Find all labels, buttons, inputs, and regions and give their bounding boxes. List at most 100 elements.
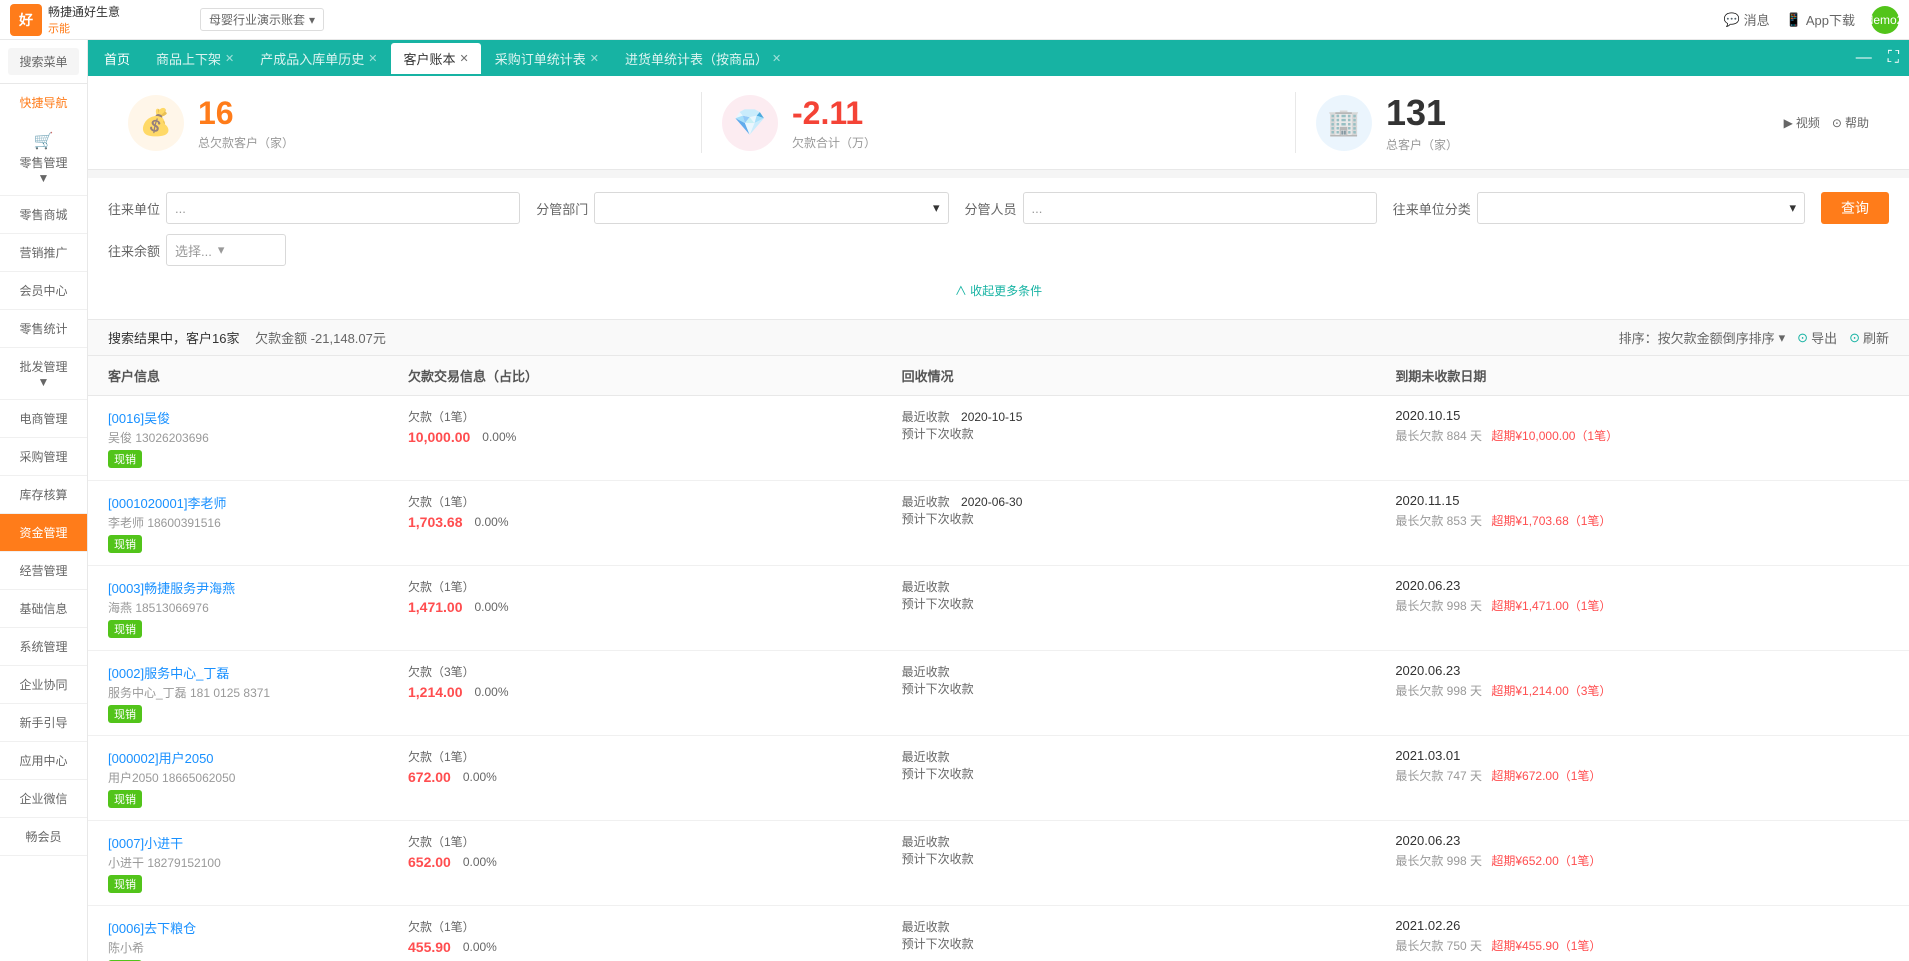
sidebar-item-retail-mgmt[interactable]: 🛒 零售管理 ▼ [0, 121, 87, 196]
sidebar-item-chang-member[interactable]: 畅会员 [0, 818, 87, 856]
due-cell-1: 2020.11.15 最长欠款 853 天 超期¥1,703.68（1笔） [1395, 493, 1889, 553]
brand-link[interactable]: 示能 [48, 20, 120, 36]
col-header-recovery: 回收情况 [902, 366, 1396, 385]
debt-desc-0: 欠款（1笔） [408, 408, 902, 425]
debt-percent-5: 0.00% [463, 855, 497, 869]
refresh-btn[interactable]: ⊙ 刷新 [1849, 328, 1889, 347]
customer-name-5[interactable]: [0007]小进干 [108, 833, 408, 852]
customer-name-6[interactable]: [0006]去下粮仓 [108, 918, 408, 937]
overdue-amount-5[interactable]: 超期¥652.00（1笔） [1491, 854, 1601, 868]
sidebar-item-enterprise-collab[interactable]: 企业协同 [0, 666, 87, 704]
sidebar-item-newbie[interactable]: 新手引导 [0, 704, 87, 742]
filter-label-category: 往来单位分类 [1393, 199, 1471, 218]
overdue-amount-0[interactable]: 超期¥10,000.00（1笔） [1491, 429, 1618, 443]
filter-item-category: 往来单位分类 ▾ [1393, 192, 1805, 224]
recovery-cell-6: 最近收款 预计下次收款 [902, 918, 1396, 961]
retail-mgmt-icon: 🛒 [4, 131, 83, 151]
customer-sub-4: 用户2050 18665062050 [108, 769, 408, 786]
debt-cell-1: 欠款（1笔） 1,703.68 0.00% [408, 493, 902, 553]
overdue-amount-2[interactable]: 超期¥1,471.00（1笔） [1491, 599, 1611, 613]
tab-close-product-listing[interactable]: ✕ [225, 52, 234, 65]
tab-finished-goods[interactable]: 产成品入库单历史 ✕ [248, 43, 389, 74]
stat-value-debt-total: -2.11 [792, 95, 876, 132]
sidebar-item-app-center[interactable]: 应用中心 [0, 742, 87, 780]
sidebar-item-system[interactable]: 系统管理 [0, 628, 87, 666]
filter-label-unit: 往来单位 [108, 199, 160, 218]
filter-select-category[interactable]: ▾ [1477, 192, 1805, 224]
sidebar-item-ecommerce[interactable]: 电商管理 [0, 400, 87, 438]
tab-close-finished-goods[interactable]: ✕ [368, 52, 377, 65]
recovery-info-1: 最近收款 2020-06-30 [902, 493, 1396, 510]
sidebar-item-member[interactable]: 会员中心 [0, 272, 87, 310]
video-link[interactable]: ▶ 视频 [1784, 114, 1820, 131]
tab-close-customer-account[interactable]: ✕ [460, 52, 469, 65]
col-header-debt: 欠款交易信息（占比） [408, 366, 902, 385]
customer-cell-0: [0016]吴俊 吴俊 13026203696 现销 [108, 408, 408, 468]
sidebar-item-retail-stats[interactable]: 零售统计 [0, 310, 87, 348]
stat-icon-debt-customers: 💰 [128, 95, 184, 151]
tab-close-purchase-stats[interactable]: ✕ [590, 52, 599, 65]
debt-cell-2: 欠款（1笔） 1,471.00 0.00% [408, 578, 902, 638]
sidebar-item-inventory[interactable]: 库存核算 [0, 476, 87, 514]
table-row: [000002]用户2050 用户2050 18665062050 现销 欠款（… [88, 736, 1909, 821]
tab-customer-account[interactable]: 客户账本 ✕ [391, 43, 480, 74]
sidebar-item-marketing[interactable]: 营销推广 [0, 234, 87, 272]
filter-select-balance[interactable]: 选择... ▾ [166, 234, 286, 266]
sidebar-item-basic-info[interactable]: 基础信息 [0, 590, 87, 628]
tab-purchase-by-product[interactable]: 进货单统计表（按商品） ✕ [613, 43, 793, 74]
sidebar-item-wholesale[interactable]: 批发管理 ▼ [0, 348, 87, 400]
sidebar-item-enterprise-wechat[interactable]: 企业微信 [0, 780, 87, 818]
search-menu-btn[interactable]: 搜索菜单 [8, 48, 79, 75]
customer-name-0[interactable]: [0016]吴俊 [108, 408, 408, 427]
export-btn[interactable]: ⊙ 导出 [1797, 328, 1837, 347]
debt-percent-0: 0.00% [482, 430, 516, 444]
sort-select[interactable]: 排序：按欠款金额倒序排序 ▾ [1619, 328, 1786, 347]
download-icon: 📱 [1786, 12, 1802, 28]
overdue-days-0: 最长欠款 884 天 超期¥10,000.00（1笔） [1395, 427, 1889, 444]
sidebar-item-operations[interactable]: 经营管理 [0, 552, 87, 590]
due-date-6: 2021.02.26 [1395, 918, 1889, 933]
user-avatar[interactable]: demo2 [1871, 6, 1899, 34]
table-row: [0006]去下粮仓 陈小希 现销 欠款（1笔） 455.90 0.00% [88, 906, 1909, 961]
overdue-days-5: 最长欠款 998 天 超期¥652.00（1笔） [1395, 852, 1889, 869]
filter-input-unit[interactable]: ... [166, 192, 520, 224]
search-btn[interactable]: 查询 [1821, 192, 1889, 224]
overdue-amount-1[interactable]: 超期¥1,703.68（1笔） [1491, 514, 1611, 528]
sidebar-item-finance[interactable]: 资金管理 [0, 514, 87, 552]
tab-home[interactable]: 首页 [92, 43, 142, 74]
collapse-row[interactable]: ∧ 收起更多条件 [108, 276, 1889, 305]
person-dots: ... [1032, 201, 1043, 216]
due-cell-3: 2020.06.23 最长欠款 998 天 超期¥1,214.00（3笔） [1395, 663, 1889, 723]
help-link[interactable]: ⊙ 帮助 [1832, 114, 1869, 131]
sidebar-item-quick-nav[interactable]: 快捷导航 [0, 84, 87, 121]
customer-name-2[interactable]: [0003]畅捷服务尹海燕 [108, 578, 408, 597]
customer-name-1[interactable]: [0001020001]李老师 [108, 493, 408, 512]
customer-name-4[interactable]: [000002]用户2050 [108, 748, 408, 767]
sidebar-item-retail-mall[interactable]: 零售商城 [0, 196, 87, 234]
overdue-amount-6[interactable]: 超期¥455.90（1笔） [1491, 939, 1601, 953]
overdue-amount-3[interactable]: 超期¥1,214.00（3笔） [1491, 684, 1611, 698]
customer-cell-5: [0007]小进干 小进干 18279152100 现销 [108, 833, 408, 893]
filter-item-dept: 分管部门 ▾ [536, 192, 948, 224]
tab-product-listing[interactable]: 商品上下架 ✕ [144, 43, 246, 74]
message-btn[interactable]: 💬 消息 [1723, 10, 1769, 29]
filter-label-balance: 往来余额 [108, 241, 160, 260]
overdue-amount-4[interactable]: 超期¥672.00（1笔） [1491, 769, 1601, 783]
customer-name-3[interactable]: [0002]服务中心_丁磊 [108, 663, 408, 682]
category-dropdown-icon: ▾ [1789, 200, 1796, 216]
tab-maximize-btn[interactable]: ⛶ [1882, 47, 1905, 69]
industry-selector[interactable]: 母婴行业演示账套 ▾ [200, 8, 324, 31]
balance-dropdown-icon: ▾ [218, 242, 225, 258]
filter-input-person[interactable]: ... [1023, 192, 1377, 224]
filter-select-dept[interactable]: ▾ [594, 192, 948, 224]
tab-purchase-stats[interactable]: 采购订单统计表 ✕ [483, 43, 611, 74]
stat-value-total-customers: 131 [1386, 92, 1458, 134]
recovery-info-3: 最近收款 [902, 663, 1396, 680]
customer-cell-6: [0006]去下粮仓 陈小希 现销 [108, 918, 408, 961]
tab-close-purchase-by-product[interactable]: ✕ [772, 52, 781, 65]
app-download-btn[interactable]: 📱 App下载 [1786, 10, 1855, 29]
tab-minimize-btn[interactable]: — [1850, 47, 1878, 69]
due-date-1: 2020.11.15 [1395, 493, 1889, 508]
app-logo: 好 [10, 4, 42, 36]
sidebar-item-purchase[interactable]: 采购管理 [0, 438, 87, 476]
